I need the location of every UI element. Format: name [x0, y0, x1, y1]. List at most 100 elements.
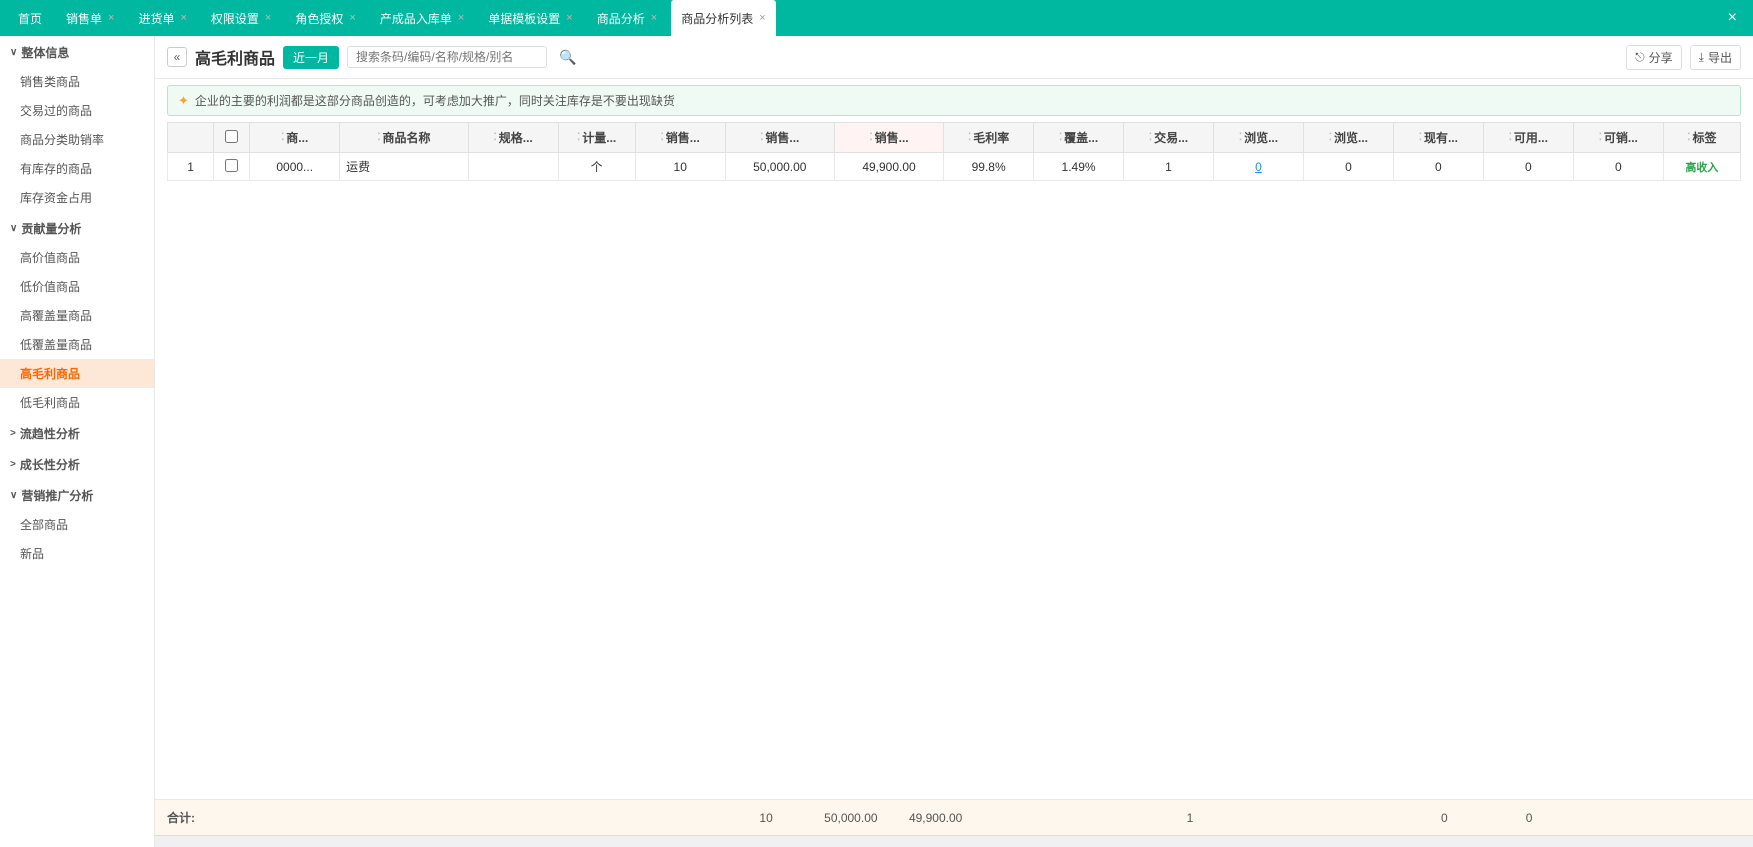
close-icon[interactable]: × — [458, 12, 464, 24]
col-index — [168, 123, 214, 153]
footer-current-stock: 0 — [1402, 811, 1487, 825]
search-input[interactable] — [347, 46, 547, 68]
nav-permission-settings[interactable]: 权限设置 × — [201, 0, 281, 36]
col-browse2[interactable]: ⁚浏览... — [1303, 123, 1393, 153]
table-container[interactable]: ⁚商... ⁚商品名称 ⁚规格... ⁚计量... ⁚销售... — [155, 122, 1753, 799]
export-button[interactable]: ⤓ 导出 — [1690, 45, 1741, 70]
chevron-down-icon: ∨ — [10, 490, 17, 501]
sidebar-item-low-coverage-products[interactable]: 低覆盖量商品 — [0, 330, 154, 359]
export-icon: ⤓ — [1699, 50, 1704, 65]
cell-checkbox[interactable] — [214, 153, 250, 181]
col-sales-amount[interactable]: ⁚销售... — [725, 123, 834, 153]
sidebar-section-growth-analysis[interactable]: > 成长性分析 — [0, 448, 154, 479]
footer-cells: 10 50,000.00 49,900.00 1 0 0 — [215, 811, 1741, 825]
col-coverage[interactable]: ⁚覆盖... — [1034, 123, 1124, 153]
sidebar-section-contribution-analysis[interactable]: ∨ 贡献量分析 — [0, 212, 154, 243]
select-all-checkbox[interactable] — [225, 130, 238, 143]
cell-transaction: 1 — [1124, 153, 1214, 181]
nav-purchase-order[interactable]: 进货单 × — [128, 0, 196, 36]
table-row[interactable]: 1 0000... 运费 个 10 50,000.00 49,900.00 99… — [168, 153, 1741, 181]
sidebar-section-trend-analysis[interactable]: > 流趋性分析 — [0, 417, 154, 448]
cell-spec — [468, 153, 558, 181]
close-icon[interactable]: × — [108, 12, 114, 24]
col-unit[interactable]: ⁚计量... — [558, 123, 635, 153]
cell-browse2: 0 — [1303, 153, 1393, 181]
footer-totals-bar: 合计: 10 50,000.00 49,900.00 1 0 0 — [155, 799, 1753, 835]
nav-sales-order[interactable]: 销售单 × — [56, 0, 124, 36]
close-icon[interactable]: × — [265, 12, 271, 24]
date-filter-button[interactable]: 近一月 — [283, 46, 339, 69]
chevron-down-icon: ∨ — [10, 47, 17, 58]
nav-product-analysis-list[interactable]: 商品分析列表 × — [671, 0, 775, 36]
close-icon[interactable]: × — [180, 12, 186, 24]
nav-home[interactable]: 首页 — [8, 0, 52, 36]
row-checkbox[interactable] — [225, 159, 238, 172]
close-icon[interactable]: × — [349, 12, 355, 24]
col-transaction[interactable]: ⁚交易... — [1124, 123, 1214, 153]
sidebar-item-low-value-products[interactable]: 低价值商品 — [0, 272, 154, 301]
footer-sellable — [1572, 811, 1657, 825]
sidebar-item-low-margin-products[interactable]: 低毛利商品 — [0, 388, 154, 417]
footer-code — [385, 811, 470, 825]
horizontal-scrollbar[interactable] — [155, 835, 1753, 847]
cell-gross-margin: 99.8% — [944, 153, 1034, 181]
close-icon[interactable]: × — [759, 12, 765, 24]
nav-product-inbound[interactable]: 产成品入库单 × — [370, 0, 474, 36]
sidebar-item-high-value-products[interactable]: 高价值商品 — [0, 243, 154, 272]
footer-index — [215, 811, 300, 825]
close-icon[interactable]: × — [651, 12, 657, 24]
col-spec[interactable]: ⁚规格... — [468, 123, 558, 153]
footer-transaction: 1 — [1148, 811, 1233, 825]
col-browse1[interactable]: ⁚浏览... — [1214, 123, 1304, 153]
footer-gross-margin — [978, 811, 1063, 825]
sidebar-item-stock-capital[interactable]: 库存资金占用 — [0, 183, 154, 212]
col-sales-qty[interactable]: ⁚销售... — [635, 123, 725, 153]
col-name[interactable]: ⁚商品名称 — [340, 123, 469, 153]
close-icon[interactable]: × — [566, 12, 572, 24]
sidebar-section-general-info[interactable]: ∨ 整体信息 — [0, 36, 154, 67]
table-header-row: ⁚商... ⁚商品名称 ⁚规格... ⁚计量... ⁚销售... — [168, 123, 1741, 153]
footer-available: 0 — [1487, 811, 1572, 825]
nav-template-settings[interactable]: 单据模板设置 × — [478, 0, 582, 36]
search-button[interactable]: 🔍 — [555, 44, 581, 70]
chevron-right-icon: > — [10, 428, 16, 439]
window-close-button[interactable]: × — [1720, 9, 1745, 27]
nav-product-analysis[interactable]: 商品分析 × — [587, 0, 667, 36]
cell-sales-amount: 50,000.00 — [725, 153, 834, 181]
col-code[interactable]: ⁚商... — [250, 123, 340, 153]
sidebar-section-marketing-analysis[interactable]: ∨ 营销推广分析 — [0, 479, 154, 510]
col-gross-margin[interactable]: ⁚毛利率 — [944, 123, 1034, 153]
col-sales-profit[interactable]: ⁚销售... — [834, 123, 943, 153]
sidebar-item-in-stock-products[interactable]: 有库存的商品 — [0, 154, 154, 183]
sidebar-item-category-sales-rate[interactable]: 商品分类助销率 — [0, 125, 154, 154]
sidebar-item-all-products[interactable]: 全部商品 — [0, 510, 154, 539]
top-navigation: 首页 销售单 × 进货单 × 权限设置 × 角色授权 × 产成品入库单 × 单据… — [0, 0, 1753, 36]
nav-role-auth[interactable]: 角色授权 × — [285, 0, 365, 36]
footer-sales-profit: 49,900.00 — [893, 811, 978, 825]
sidebar-item-high-margin-products[interactable]: 高毛利商品 — [0, 359, 154, 388]
sidebar-item-high-coverage-products[interactable]: 高覆盖量商品 — [0, 301, 154, 330]
col-checkbox[interactable] — [214, 123, 250, 153]
footer-sales-amount: 50,000.00 — [808, 811, 893, 825]
col-available[interactable]: ⁚可用... — [1483, 123, 1573, 153]
sidebar-item-new-products[interactable]: 新品 — [0, 539, 154, 568]
footer-checkbox — [300, 811, 385, 825]
info-bar: ✦ 企业的主要的利润都是这部分商品创造的，可考虑加大推广，同时关注库存是不要出现… — [167, 85, 1741, 116]
footer-spec — [554, 811, 639, 825]
main-layout: ∨ 整体信息 销售类商品 交易过的商品 商品分类助销率 有库存的商品 库存资金占… — [0, 36, 1753, 847]
share-icon: ⎋ — [1635, 50, 1645, 65]
sidebar-item-traded-products[interactable]: 交易过的商品 — [0, 96, 154, 125]
content-area: « 高毛利商品 近一月 🔍 ⎋ 分享 ⤓ 导出 ✦ 企业的主要的利润都是这部分商… — [155, 36, 1753, 847]
share-button[interactable]: ⎋ 分享 — [1626, 45, 1682, 70]
footer-sales-qty: 10 — [724, 811, 809, 825]
sidebar-collapse-button[interactable]: « — [167, 47, 187, 67]
col-sellable[interactable]: ⁚可销... — [1573, 123, 1663, 153]
cell-coverage: 1.49% — [1034, 153, 1124, 181]
col-current-stock[interactable]: ⁚现有... — [1393, 123, 1483, 153]
sidebar: ∨ 整体信息 销售类商品 交易过的商品 商品分类助销率 有库存的商品 库存资金占… — [0, 36, 155, 847]
cell-index: 1 — [168, 153, 214, 181]
cell-browse1[interactable]: 0 — [1214, 153, 1304, 181]
col-tag[interactable]: ⁚标签 — [1663, 123, 1740, 153]
cell-sales-qty: 10 — [635, 153, 725, 181]
sidebar-item-sales-products[interactable]: 销售类商品 — [0, 67, 154, 96]
